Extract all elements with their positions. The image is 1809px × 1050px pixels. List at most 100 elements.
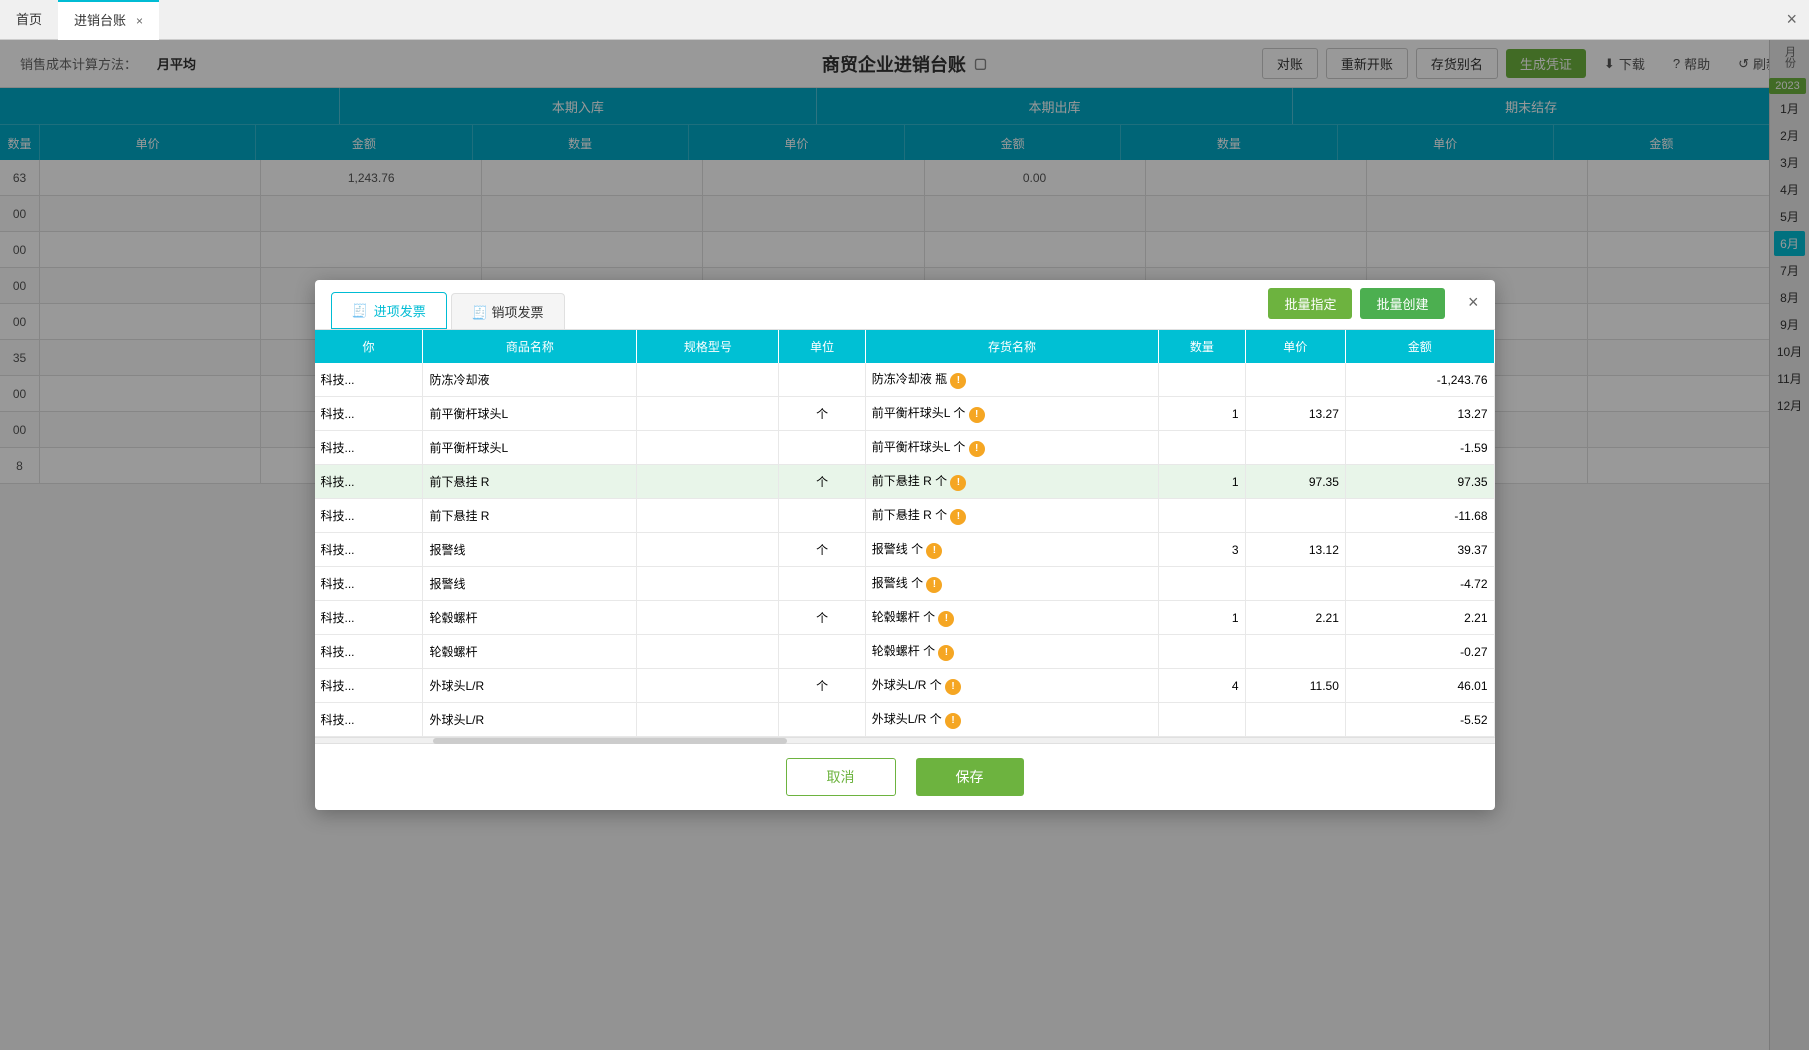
table-cell-5 [1159, 431, 1245, 465]
tab-incoming-invoice[interactable]: 🧾 进项发票 [331, 292, 447, 329]
table-cell-2 [637, 703, 779, 737]
table-cell-0: 科技... [315, 669, 423, 703]
batch-assign-button[interactable]: 批量指定 [1268, 288, 1352, 319]
modal-header: 🧾 进项发票 🧾 销项发票 批量指定 批量创建 × [315, 280, 1495, 330]
table-cell-0: 科技... [315, 567, 423, 601]
table-cell-6: 13.12 [1245, 533, 1345, 567]
incoming-invoice-icon: 🧾 [352, 303, 368, 319]
table-row[interactable]: 科技...报警线个报警线 个 !313.1239.37 [315, 533, 1495, 567]
table-cell-5: 1 [1159, 601, 1245, 635]
table-row[interactable]: 科技...前平衡杆球头L个前平衡杆球头L 个 !113.2713.27 [315, 397, 1495, 431]
table-cell-3 [779, 431, 865, 465]
table-cell-5: 1 [1159, 465, 1245, 499]
table-cell-5 [1159, 499, 1245, 533]
table-cell-1: 外球头L/R [423, 703, 637, 737]
table-row[interactable]: 科技...外球头L/R个外球头L/R 个 !411.5046.01 [315, 669, 1495, 703]
batch-create-button[interactable]: 批量创建 [1360, 288, 1444, 319]
table-cell-0: 科技... [315, 703, 423, 737]
table-cell-7: 97.35 [1345, 465, 1494, 499]
table-cell-3 [779, 567, 865, 601]
table-cell-2 [637, 533, 779, 567]
table-cell-7: 46.01 [1345, 669, 1494, 703]
modal-overlay: 🧾 进项发票 🧾 销项发票 批量指定 批量创建 × [0, 40, 1809, 1050]
th-inventory: 存货名称 [865, 330, 1159, 363]
table-row[interactable]: 科技...轮毂螺杆个轮毂螺杆 个 !12.212.21 [315, 601, 1495, 635]
table-cell-7: -4.72 [1345, 567, 1494, 601]
th-spec: 规格型号 [637, 330, 779, 363]
warn-icon[interactable]: ! [938, 645, 954, 661]
warn-icon[interactable]: ! [945, 713, 961, 729]
table-cell-7: -5.52 [1345, 703, 1494, 737]
table-cell-0: 科技... [315, 635, 423, 669]
table-cell-6: 13.27 [1245, 397, 1345, 431]
table-cell-1: 防冻冷却液 [423, 363, 637, 397]
warn-icon[interactable]: ! [969, 441, 985, 457]
tab-active[interactable]: 进销台账 × [58, 0, 159, 40]
table-cell-6: 2.21 [1245, 601, 1345, 635]
table-row[interactable]: 科技...前下悬挂 R个前下悬挂 R 个 !197.3597.35 [315, 465, 1495, 499]
tab-home[interactable]: 首页 [0, 0, 58, 40]
modal-close-button[interactable]: × [1468, 292, 1479, 313]
table-cell-3: 个 [779, 601, 865, 635]
table-row[interactable]: 科技...防冻冷却液防冻冷却液 瓶 !-1,243.76 [315, 363, 1495, 397]
table-cell-5 [1159, 635, 1245, 669]
th-company: 你 [315, 330, 423, 363]
table-cell-2 [637, 499, 779, 533]
table-cell-7: 2.21 [1345, 601, 1494, 635]
inventory-cell: 外球头L/R 个 ! [865, 669, 1159, 703]
inventory-cell: 前下悬挂 R 个 ! [865, 499, 1159, 533]
warn-icon[interactable]: ! [926, 577, 942, 593]
modal-toolbar: 批量指定 批量创建 [1268, 288, 1444, 319]
warn-icon[interactable]: ! [938, 611, 954, 627]
table-cell-5 [1159, 567, 1245, 601]
table-row[interactable]: 科技...报警线报警线 个 !-4.72 [315, 567, 1495, 601]
modal-table-wrap[interactable]: 你 商品名称 规格型号 单位 存货名称 数量 单价 金额 科技...防冻冷却液防… [315, 330, 1495, 737]
warn-icon[interactable]: ! [926, 543, 942, 559]
warn-icon[interactable]: ! [950, 475, 966, 491]
table-cell-5 [1159, 703, 1245, 737]
top-bar: 首页 进销台账 × × [0, 0, 1809, 40]
save-button[interactable]: 保存 [916, 758, 1024, 796]
table-cell-0: 科技... [315, 533, 423, 567]
table-row[interactable]: 科技...外球头L/R 外球头L/R 个 ! -5.52 [315, 703, 1495, 737]
inventory-cell: 外球头L/R 个 ! [865, 703, 1159, 737]
table-cell-6 [1245, 431, 1345, 465]
table-cell-7: -1.59 [1345, 431, 1494, 465]
inventory-cell: 轮毂螺杆 个 ! [865, 635, 1159, 669]
table-cell-1: 轮毂螺杆 [423, 635, 637, 669]
table-cell-7: -11.68 [1345, 499, 1494, 533]
table-cell-5: 3 [1159, 533, 1245, 567]
warn-icon[interactable]: ! [950, 509, 966, 525]
table-cell-3 [779, 363, 865, 397]
warn-icon[interactable]: ! [945, 679, 961, 695]
warn-icon[interactable]: ! [969, 407, 985, 423]
table-header-row: 你 商品名称 规格型号 单位 存货名称 数量 单价 金额 [315, 330, 1495, 363]
inventory-cell: 轮毂螺杆 个 ! [865, 601, 1159, 635]
modal-dialog: 🧾 进项发票 🧾 销项发票 批量指定 批量创建 × [315, 280, 1495, 810]
table-cell-0: 科技... [315, 601, 423, 635]
tab-active-label: 进销台账 [74, 1, 126, 41]
table-row[interactable]: 科技...前平衡杆球头L前平衡杆球头L 个 !-1.59 [315, 431, 1495, 465]
th-product: 商品名称 [423, 330, 637, 363]
table-cell-7: -0.27 [1345, 635, 1494, 669]
table-cell-2 [637, 635, 779, 669]
table-cell-3 [779, 499, 865, 533]
table-cell-5: 4 [1159, 669, 1245, 703]
window-close-button[interactable]: × [1786, 9, 1797, 30]
modal-table: 你 商品名称 规格型号 单位 存货名称 数量 单价 金额 科技...防冻冷却液防… [315, 330, 1495, 737]
cancel-button[interactable]: 取消 [786, 758, 896, 796]
warn-icon[interactable]: ! [950, 373, 966, 389]
inventory-cell: 前平衡杆球头L 个 ! [865, 431, 1159, 465]
th-amount: 金额 [1345, 330, 1494, 363]
modal-footer: 取消 保存 [315, 743, 1495, 810]
tab-outgoing-invoice[interactable]: 🧾 销项发票 [451, 293, 565, 329]
table-cell-2 [637, 397, 779, 431]
table-cell-1: 前下悬挂 R [423, 499, 637, 533]
th-quantity: 数量 [1159, 330, 1245, 363]
table-cell-3 [779, 703, 865, 737]
table-cell-3 [779, 635, 865, 669]
table-row[interactable]: 科技...轮毂螺杆 轮毂螺杆 个 ! -0.27 [315, 635, 1495, 669]
tab-close-icon[interactable]: × [136, 1, 143, 41]
table-row[interactable]: 科技...前下悬挂 R前下悬挂 R 个 !-11.68 [315, 499, 1495, 533]
table-cell-2 [637, 363, 779, 397]
